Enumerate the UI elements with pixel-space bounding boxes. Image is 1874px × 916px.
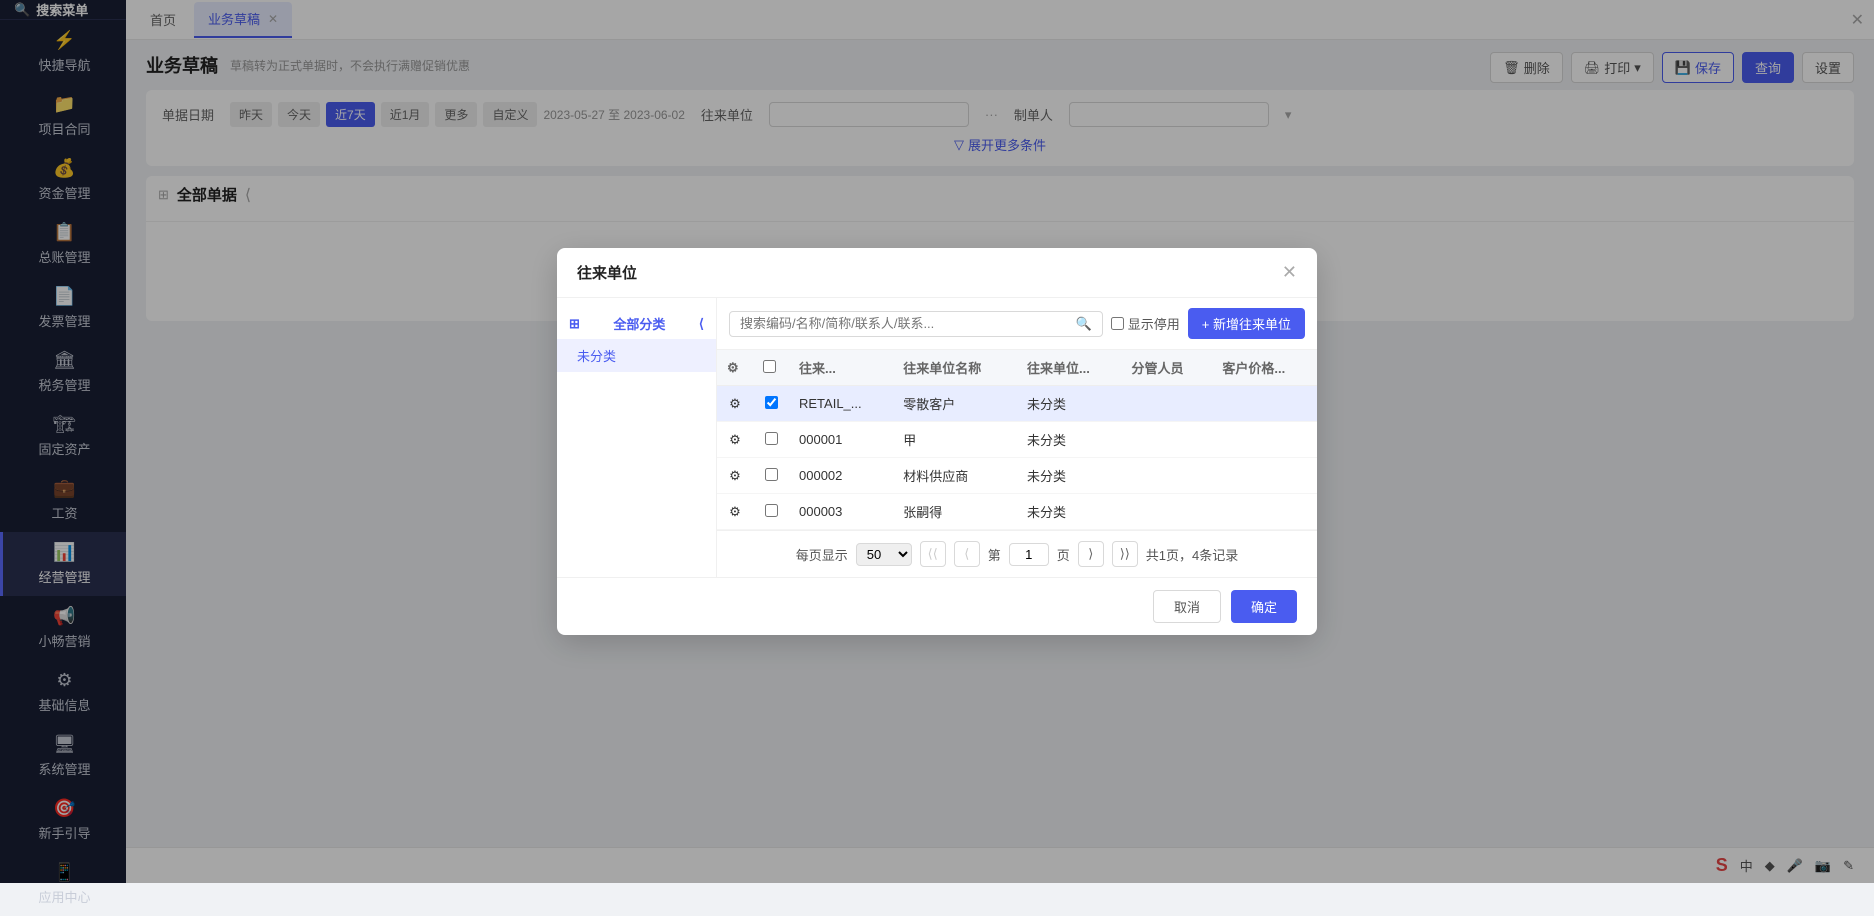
- per-page-select[interactable]: 50 100: [856, 543, 912, 566]
- show-disabled-text: 显示停用: [1128, 314, 1180, 333]
- page-input[interactable]: [1009, 543, 1049, 566]
- row-code: 000002: [789, 458, 893, 494]
- table-row[interactable]: ⚙ RETAIL_... 零散客户 未分类: [717, 386, 1317, 422]
- page-unit: 页: [1057, 545, 1070, 564]
- search-icon: 🔍: [1076, 316, 1092, 332]
- add-partner-button[interactable]: + 新增往来单位: [1188, 308, 1305, 339]
- col-category: 往来单位...: [1017, 350, 1122, 386]
- col-settings: ⚙: [717, 350, 753, 386]
- partner-modal: 往来单位 ✕ ⊞ 全部分类 ⟨ 未分类: [557, 248, 1317, 635]
- row-code: 000001: [789, 422, 893, 458]
- modal-data-table: ⚙ 往来... 往来单位名称 往来单位... 分管人员 客户价格... ⚙: [717, 350, 1317, 530]
- row-category: 未分类: [1017, 494, 1122, 530]
- modal-title: 往来单位: [577, 262, 637, 283]
- per-page-label: 每页显示: [796, 545, 848, 564]
- row-code: 000003: [789, 494, 893, 530]
- category-item-label: 未分类: [577, 349, 616, 364]
- row-settings[interactable]: ⚙: [717, 458, 753, 494]
- search-input-wrap[interactable]: 🔍: [729, 311, 1103, 337]
- col-price: 客户价格...: [1212, 350, 1317, 386]
- category-all-header[interactable]: ⊞ 全部分类 ⟨: [557, 308, 716, 339]
- table-row[interactable]: ⚙ 000003 张嗣得 未分类: [717, 494, 1317, 530]
- search-panel: 🔍 显示停用 + 新增往来单位 ⚙: [717, 298, 1317, 577]
- col-name: 往来单位名称: [893, 350, 1017, 386]
- row-price: [1212, 422, 1317, 458]
- modal-body: ⊞ 全部分类 ⟨ 未分类 🔍 显示停用: [557, 298, 1317, 577]
- modal-header: 往来单位 ✕: [557, 248, 1317, 298]
- modal-pagination: 每页显示 50 100 ⟨⟨ ⟨ 第 页 ⟩ ⟩⟩ 共1页，4条记录: [717, 530, 1317, 577]
- add-partner-label: + 新增往来单位: [1202, 317, 1291, 332]
- col-code: 往来...: [789, 350, 893, 386]
- category-grid-icon: ⊞: [569, 316, 580, 332]
- sidebar-item-label: 应用中心: [38, 887, 90, 906]
- row-settings[interactable]: ⚙: [717, 422, 753, 458]
- confirm-button[interactable]: 确定: [1231, 590, 1297, 623]
- next-page-btn[interactable]: ⟩: [1078, 541, 1104, 567]
- row-manager: [1122, 422, 1213, 458]
- cancel-button[interactable]: 取消: [1153, 590, 1221, 623]
- row-manager: [1122, 386, 1213, 422]
- row-checkbox[interactable]: [753, 386, 789, 422]
- show-disabled-checkbox[interactable]: [1111, 317, 1124, 330]
- col-checkbox: [753, 350, 789, 386]
- row-category: 未分类: [1017, 386, 1122, 422]
- table-header-row: ⚙ 往来... 往来单位名称 往来单位... 分管人员 客户价格...: [717, 350, 1317, 386]
- show-disabled-label[interactable]: 显示停用: [1111, 314, 1180, 333]
- prev-page-btn[interactable]: ⟨: [954, 541, 980, 567]
- select-all-checkbox[interactable]: [763, 360, 776, 373]
- row-category: 未分类: [1017, 458, 1122, 494]
- row-manager: [1122, 494, 1213, 530]
- col-manager: 分管人员: [1122, 350, 1213, 386]
- confirm-label: 确定: [1251, 600, 1277, 615]
- page-label: 第: [988, 545, 1001, 564]
- row-name: 甲: [893, 422, 1017, 458]
- category-panel: ⊞ 全部分类 ⟨ 未分类: [557, 298, 717, 577]
- category-all-label: 全部分类: [613, 314, 665, 333]
- row-name: 材料供应商: [893, 458, 1017, 494]
- row-price: [1212, 494, 1317, 530]
- modal-table-scroll[interactable]: ⚙ 往来... 往来单位名称 往来单位... 分管人员 客户价格... ⚙: [717, 350, 1317, 530]
- category-item-unclassified[interactable]: 未分类: [557, 339, 716, 372]
- table-row[interactable]: ⚙ 000002 材料供应商 未分类: [717, 458, 1317, 494]
- total-info: 共1页，4条记录: [1146, 545, 1238, 564]
- row-name: 张嗣得: [893, 494, 1017, 530]
- row-checkbox[interactable]: [753, 422, 789, 458]
- row-category: 未分类: [1017, 422, 1122, 458]
- modal-search-bar: 🔍 显示停用 + 新增往来单位: [717, 298, 1317, 350]
- category-collapse-icon[interactable]: ⟨: [699, 316, 704, 332]
- modal-footer: 取消 确定: [557, 577, 1317, 635]
- row-checkbox[interactable]: [753, 458, 789, 494]
- row-name: 零散客户: [893, 386, 1017, 422]
- modal-close-icon[interactable]: ✕: [1282, 262, 1297, 283]
- row-settings[interactable]: ⚙: [717, 494, 753, 530]
- cancel-label: 取消: [1174, 600, 1200, 615]
- row-price: [1212, 458, 1317, 494]
- modal-search-input[interactable]: [740, 316, 1070, 331]
- row-checkbox[interactable]: [753, 494, 789, 530]
- row-manager: [1122, 458, 1213, 494]
- row-settings[interactable]: ⚙: [717, 386, 753, 422]
- last-page-btn[interactable]: ⟩⟩: [1112, 541, 1138, 567]
- modal-overlay: 往来单位 ✕ ⊞ 全部分类 ⟨ 未分类: [0, 0, 1874, 883]
- first-page-btn[interactable]: ⟨⟨: [920, 541, 946, 567]
- table-row[interactable]: ⚙ 000001 甲 未分类: [717, 422, 1317, 458]
- row-code: RETAIL_...: [789, 386, 893, 422]
- row-price: [1212, 386, 1317, 422]
